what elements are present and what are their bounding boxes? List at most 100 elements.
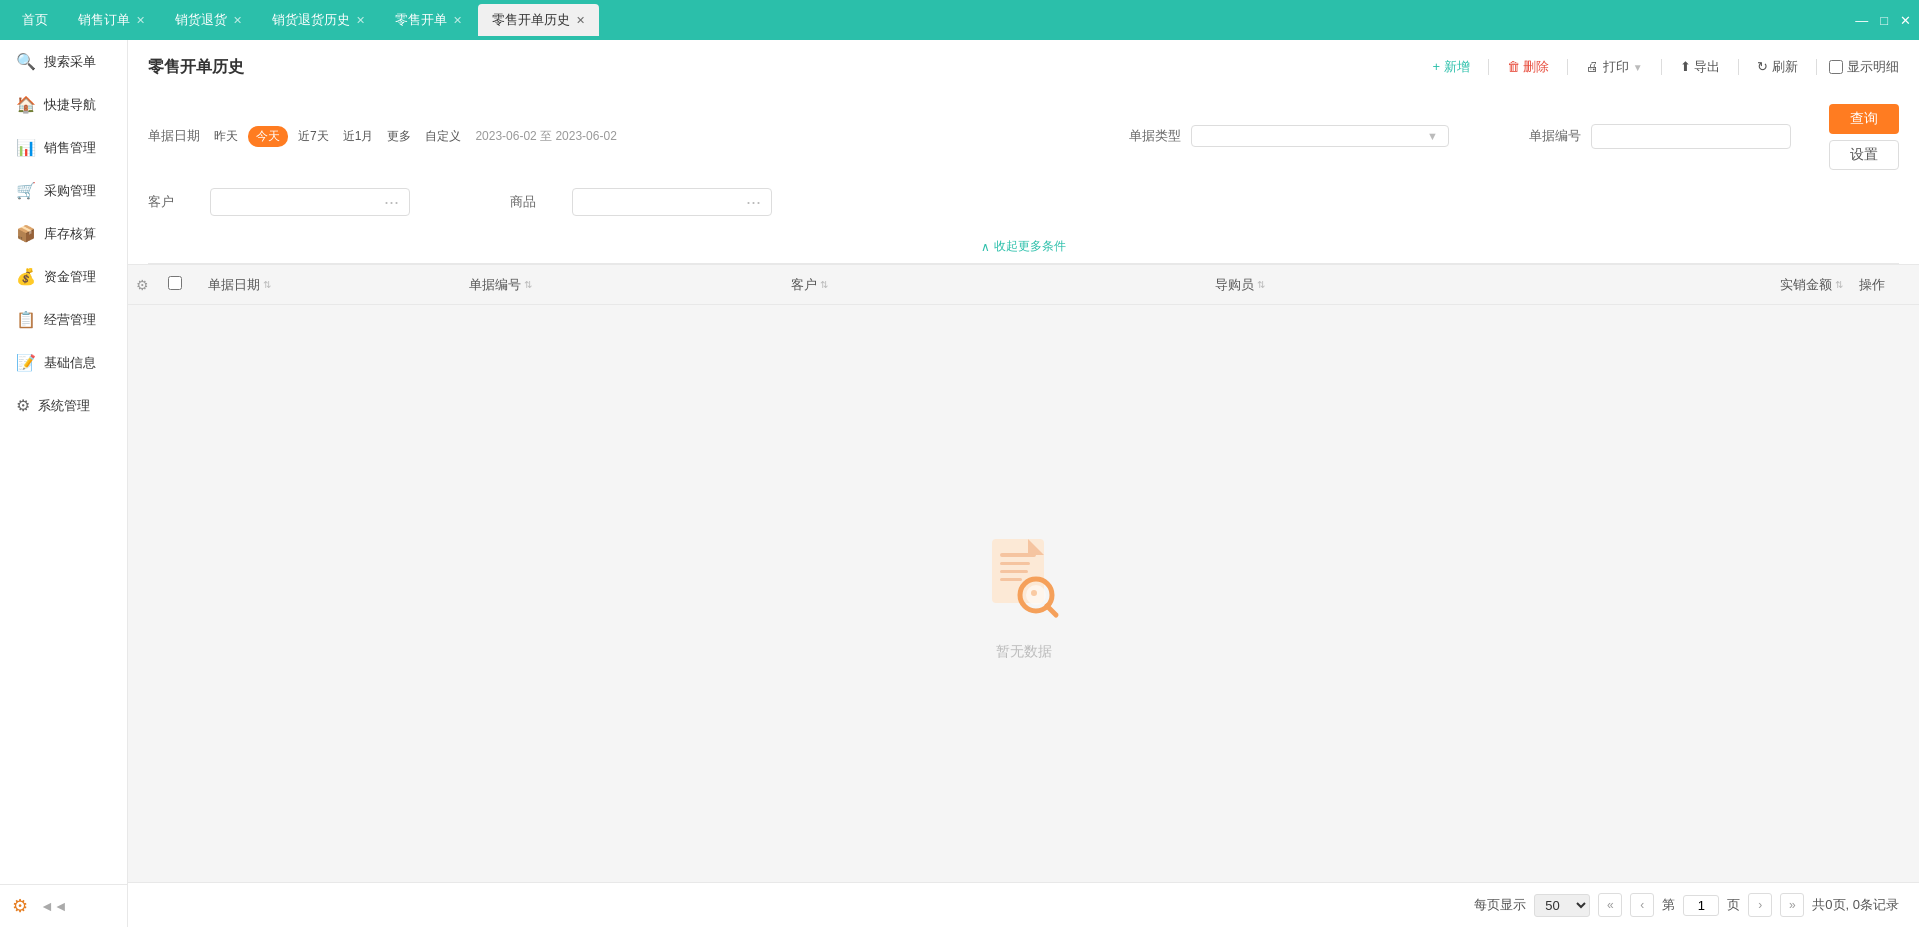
display-detail-checkbox[interactable] bbox=[1829, 60, 1843, 74]
th-amount-label: 实销金额 bbox=[1780, 276, 1832, 294]
sidebar-item-purchase-mgmt-label: 采购管理 bbox=[44, 182, 96, 200]
nav-tabs: 首页 销售订单 ✕ 销货退货 ✕ 销货退货历史 ✕ 零售开单 ✕ 零售开单历史 … bbox=[8, 4, 1855, 36]
empty-state: 暂无数据 bbox=[128, 305, 1919, 882]
sidebar-item-finance[interactable]: 💰 资金管理 bbox=[0, 255, 127, 298]
tab-retail-open[interactable]: 零售开单 ✕ bbox=[381, 4, 476, 36]
tab-sales-order-label: 销售订单 bbox=[78, 11, 130, 29]
print-dropdown-icon[interactable]: ▼ bbox=[1633, 62, 1643, 73]
inventory-icon: 📦 bbox=[16, 224, 36, 243]
pagination-bar: 每页显示 50 10 20 100 « ‹ 第 页 › » 共0页, 0条记录 bbox=[128, 882, 1919, 927]
sidebar: 🔍 搜索采单 🏠 快捷导航 📊 销售管理 🛒 采购管理 📦 库存核算 💰 bbox=[0, 40, 128, 927]
top-nav-bar: 首页 销售订单 ✕ 销货退货 ✕ 销货退货历史 ✕ 零售开单 ✕ 零售开单历史 … bbox=[0, 0, 1919, 40]
tab-retail-open-history-close[interactable]: ✕ bbox=[576, 14, 585, 27]
per-page-select[interactable]: 50 10 20 100 bbox=[1534, 894, 1590, 917]
export-button[interactable]: ⬆ 导出 bbox=[1674, 54, 1727, 80]
sidebar-item-system-mgmt-label: 系统管理 bbox=[38, 397, 90, 415]
system-mgmt-icon: ⚙ bbox=[16, 396, 30, 415]
th-date[interactable]: 单据日期 ⇅ bbox=[200, 276, 461, 294]
window-minimize[interactable]: — bbox=[1855, 13, 1868, 28]
collapse-bar[interactable]: ∧ 收起更多条件 bbox=[148, 234, 1899, 263]
divider-4 bbox=[1738, 59, 1739, 75]
settings-button[interactable]: 设置 bbox=[1829, 140, 1899, 170]
tab-sales-return-history-close[interactable]: ✕ bbox=[356, 14, 365, 27]
window-close[interactable]: ✕ bbox=[1900, 13, 1911, 28]
th-date-sort-icon: ⇅ bbox=[263, 279, 271, 290]
tab-sales-return-close[interactable]: ✕ bbox=[233, 14, 242, 27]
date-custom[interactable]: 自定义 bbox=[421, 126, 465, 147]
tab-retail-open-label: 零售开单 bbox=[395, 11, 447, 29]
collapse-text: 收起更多条件 bbox=[994, 238, 1066, 255]
goods-dots-icon[interactable]: ··· bbox=[746, 193, 761, 211]
tab-sales-return-history[interactable]: 销货退货历史 ✕ bbox=[258, 4, 379, 36]
th-customer[interactable]: 客户 ⇅ bbox=[783, 276, 1207, 294]
display-detail-toggle[interactable]: 显示明细 bbox=[1829, 58, 1899, 76]
sidebar-item-inventory[interactable]: 📦 库存核算 bbox=[0, 212, 127, 255]
sidebar-gear-icon[interactable]: ⚙ bbox=[12, 895, 28, 917]
sidebar-item-ops-mgmt[interactable]: 📋 经营管理 bbox=[0, 298, 127, 341]
date-1month[interactable]: 近1月 bbox=[339, 126, 378, 147]
print-button[interactable]: 🖨 打印 ▼ bbox=[1580, 54, 1649, 80]
th-amount[interactable]: 实销金额 ⇅ bbox=[1631, 276, 1851, 294]
tab-sales-return[interactable]: 销货退货 ✕ bbox=[161, 4, 256, 36]
page-next-btn[interactable]: › bbox=[1748, 893, 1772, 917]
empty-text: 暂无数据 bbox=[996, 643, 1052, 661]
window-maximize[interactable]: □ bbox=[1880, 13, 1888, 28]
sidebar-top: 🔍 搜索采单 🏠 快捷导航 📊 销售管理 🛒 采购管理 📦 库存核算 💰 bbox=[0, 40, 127, 884]
sidebar-item-search-purchase[interactable]: 🔍 搜索采单 bbox=[0, 40, 127, 83]
th-guide[interactable]: 导购员 ⇅ bbox=[1207, 276, 1427, 294]
tab-retail-open-history[interactable]: 零售开单历史 ✕ bbox=[478, 4, 599, 36]
table-wrapper: ⚙ 单据日期 ⇅ 单据编号 ⇅ 客户 ⇅ 导购员 ⇅ bbox=[128, 265, 1919, 882]
page-prev-btn[interactable]: ‹ bbox=[1630, 893, 1654, 917]
refresh-button[interactable]: ↻ 刷新 bbox=[1751, 54, 1804, 80]
date-more[interactable]: 更多 bbox=[383, 126, 415, 147]
page-last-btn[interactable]: » bbox=[1780, 893, 1804, 917]
doc-no-input[interactable] bbox=[1591, 124, 1791, 149]
delete-button[interactable]: 🗑 删除 bbox=[1501, 54, 1556, 80]
page-first-btn[interactable]: « bbox=[1598, 893, 1622, 917]
th-guide-label: 导购员 bbox=[1215, 276, 1254, 294]
add-button[interactable]: + 新增 bbox=[1426, 54, 1475, 80]
date-range-display: 2023-06-02 至 2023-06-02 bbox=[475, 128, 616, 145]
finance-icon: 💰 bbox=[16, 267, 36, 286]
date-shortcuts: 昨天 今天 近7天 近1月 更多 自定义 2023-06-02 至 2023-0… bbox=[210, 126, 617, 147]
date-today[interactable]: 今天 bbox=[248, 126, 288, 147]
doc-type-select[interactable]: ▼ bbox=[1191, 125, 1449, 147]
sidebar-item-purchase-mgmt[interactable]: 🛒 采购管理 bbox=[0, 169, 127, 212]
sidebar-item-inventory-label: 库存核算 bbox=[44, 225, 96, 243]
th-customer-label: 客户 bbox=[791, 276, 817, 294]
customer-dots-icon[interactable]: ··· bbox=[384, 193, 399, 211]
sidebar-item-sales-mgmt-label: 销售管理 bbox=[44, 139, 96, 157]
date-7days[interactable]: 近7天 bbox=[294, 126, 333, 147]
page-input[interactable] bbox=[1683, 895, 1719, 916]
sidebar-item-basic-info[interactable]: 📝 基础信息 bbox=[0, 341, 127, 384]
th-no[interactable]: 单据编号 ⇅ bbox=[461, 276, 783, 294]
select-all-checkbox[interactable] bbox=[168, 276, 182, 290]
tab-sales-return-label: 销货退货 bbox=[175, 11, 227, 29]
customer-filter-group: 客户 ··· bbox=[148, 188, 410, 216]
sidebar-item-quick-nav[interactable]: 🏠 快捷导航 bbox=[0, 83, 127, 126]
sidebar-item-search-purchase-label: 搜索采单 bbox=[44, 53, 96, 71]
tab-sales-order[interactable]: 销售订单 ✕ bbox=[64, 4, 159, 36]
th-gear-icon[interactable]: ⚙ bbox=[136, 277, 168, 293]
content-area: 零售开单历史 + 新增 🗑 删除 🖨 打印 ▼ bbox=[128, 40, 1919, 927]
th-checkbox[interactable] bbox=[168, 276, 200, 294]
th-no-label: 单据编号 bbox=[469, 276, 521, 294]
query-button[interactable]: 查询 bbox=[1829, 104, 1899, 134]
per-page-label: 每页显示 bbox=[1474, 896, 1526, 914]
goods-input[interactable]: ··· bbox=[572, 188, 772, 216]
sidebar-collapse-icon[interactable]: ◄◄ bbox=[40, 898, 68, 914]
sidebar-item-finance-label: 资金管理 bbox=[44, 268, 96, 286]
sidebar-item-sales-mgmt[interactable]: 📊 销售管理 bbox=[0, 126, 127, 169]
tab-sales-order-close[interactable]: ✕ bbox=[136, 14, 145, 27]
tab-home-label: 首页 bbox=[22, 11, 48, 29]
divider-1 bbox=[1488, 59, 1489, 75]
tab-retail-open-close[interactable]: ✕ bbox=[453, 14, 462, 27]
tab-home[interactable]: 首页 bbox=[8, 4, 62, 36]
date-yesterday[interactable]: 昨天 bbox=[210, 126, 242, 147]
customer-input[interactable]: ··· bbox=[210, 188, 410, 216]
tab-retail-open-history-label: 零售开单历史 bbox=[492, 11, 570, 29]
sidebar-item-basic-info-label: 基础信息 bbox=[44, 354, 96, 372]
page-label: 第 bbox=[1662, 896, 1675, 914]
th-date-label: 单据日期 bbox=[208, 276, 260, 294]
sidebar-item-system-mgmt[interactable]: ⚙ 系统管理 bbox=[0, 384, 127, 427]
